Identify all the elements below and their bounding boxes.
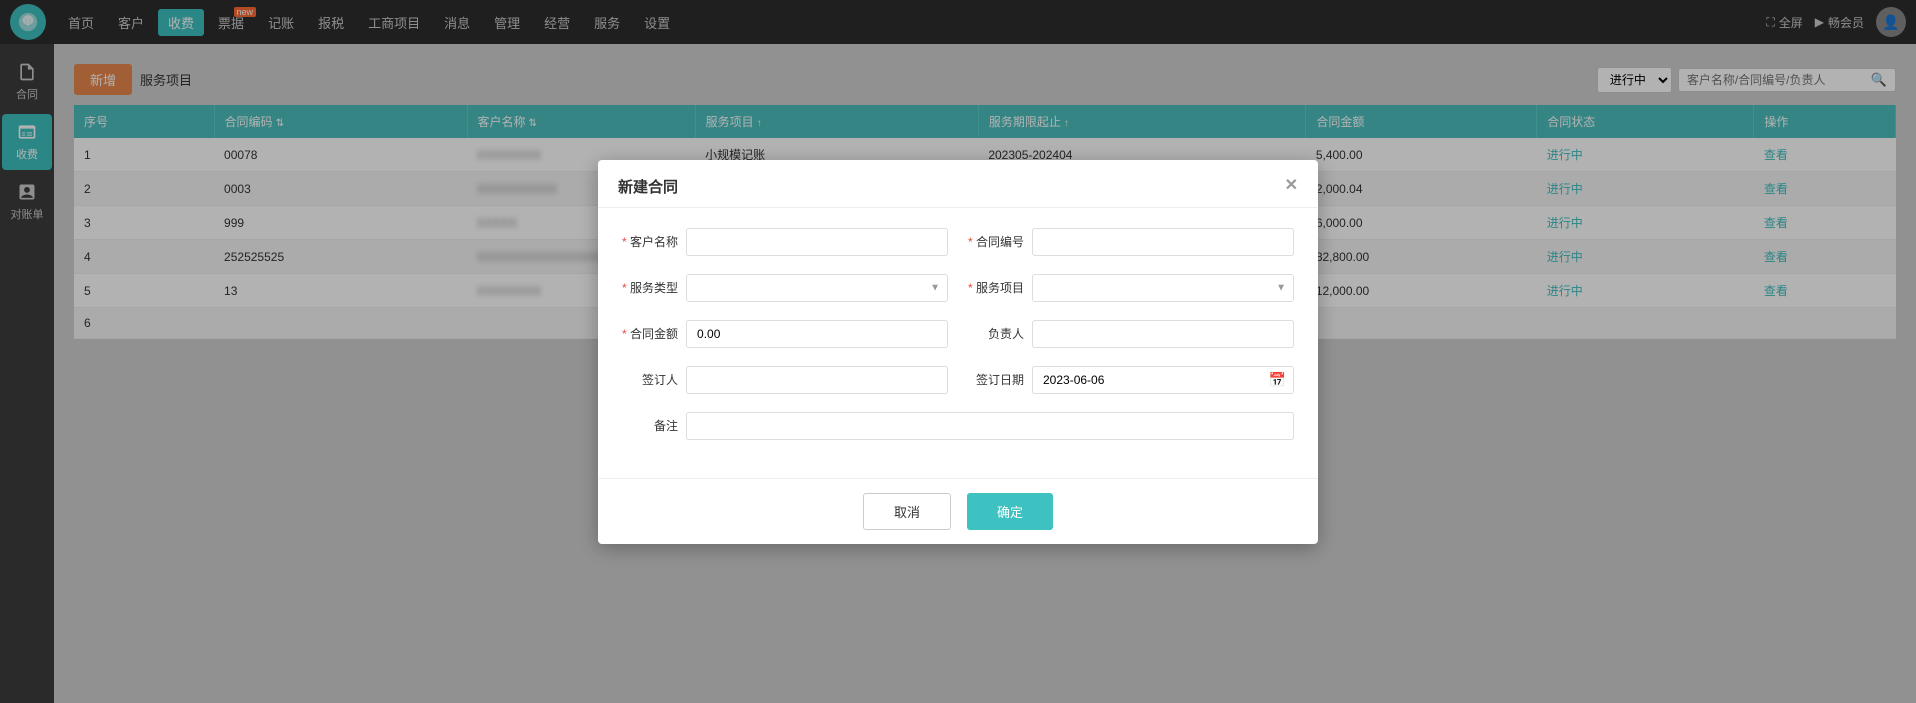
form-group-amount: 合同金额 <box>622 320 948 348</box>
form-row-5: 备注 <box>622 412 1294 440</box>
confirm-button[interactable]: 确定 <box>967 493 1053 530</box>
label-sign-date: 签订日期 <box>968 371 1024 388</box>
input-contract-no[interactable] <box>1032 228 1294 256</box>
modal-title: 新建合同 <box>618 176 678 197</box>
modal-overlay[interactable]: 新建合同 ✕ 客户名称 合同编号 服务类型 <box>0 0 1916 703</box>
new-contract-modal: 新建合同 ✕ 客户名称 合同编号 服务类型 <box>598 160 1318 544</box>
select-service-item[interactable] <box>1032 274 1294 302</box>
label-service-item: 服务项目 <box>968 279 1024 296</box>
modal-header: 新建合同 ✕ <box>598 160 1318 208</box>
modal-footer: 取消 确定 <box>598 478 1318 544</box>
form-row-3: 合同金额 负责人 <box>622 320 1294 348</box>
label-amount: 合同金额 <box>622 325 678 342</box>
form-group-responsible: 负责人 <box>968 320 1294 348</box>
label-service-type: 服务类型 <box>622 279 678 296</box>
label-signer: 签订人 <box>622 371 678 388</box>
label-contract-no: 合同编号 <box>968 233 1024 250</box>
form-group-remark: 备注 <box>622 412 1294 440</box>
input-remark[interactable] <box>686 412 1294 440</box>
input-amount[interactable] <box>686 320 948 348</box>
service-type-wrapper <box>686 274 948 302</box>
form-group-signer: 签订人 <box>622 366 948 394</box>
form-row-4: 签订人 签订日期 📅 <box>622 366 1294 394</box>
service-item-wrapper <box>1032 274 1294 302</box>
select-service-type[interactable] <box>686 274 948 302</box>
label-remark: 备注 <box>622 417 678 434</box>
form-row-1: 客户名称 合同编号 <box>622 228 1294 256</box>
cancel-button[interactable]: 取消 <box>863 493 951 530</box>
modal-close-button[interactable]: ✕ <box>1285 178 1298 194</box>
modal-body: 客户名称 合同编号 服务类型 <box>598 208 1318 478</box>
form-group-sign-date: 签订日期 📅 <box>968 366 1294 394</box>
label-responsible: 负责人 <box>968 325 1024 342</box>
form-group-service-item: 服务项目 <box>968 274 1294 302</box>
form-group-contract-no: 合同编号 <box>968 228 1294 256</box>
input-responsible[interactable] <box>1032 320 1294 348</box>
form-group-service-type: 服务类型 <box>622 274 948 302</box>
date-input-wrapper: 📅 <box>1032 366 1294 394</box>
input-signer[interactable] <box>686 366 948 394</box>
input-customer-name[interactable] <box>686 228 948 256</box>
label-customer: 客户名称 <box>622 233 678 250</box>
form-group-customer: 客户名称 <box>622 228 948 256</box>
input-sign-date[interactable] <box>1032 366 1294 394</box>
form-row-2: 服务类型 服务项目 <box>622 274 1294 302</box>
